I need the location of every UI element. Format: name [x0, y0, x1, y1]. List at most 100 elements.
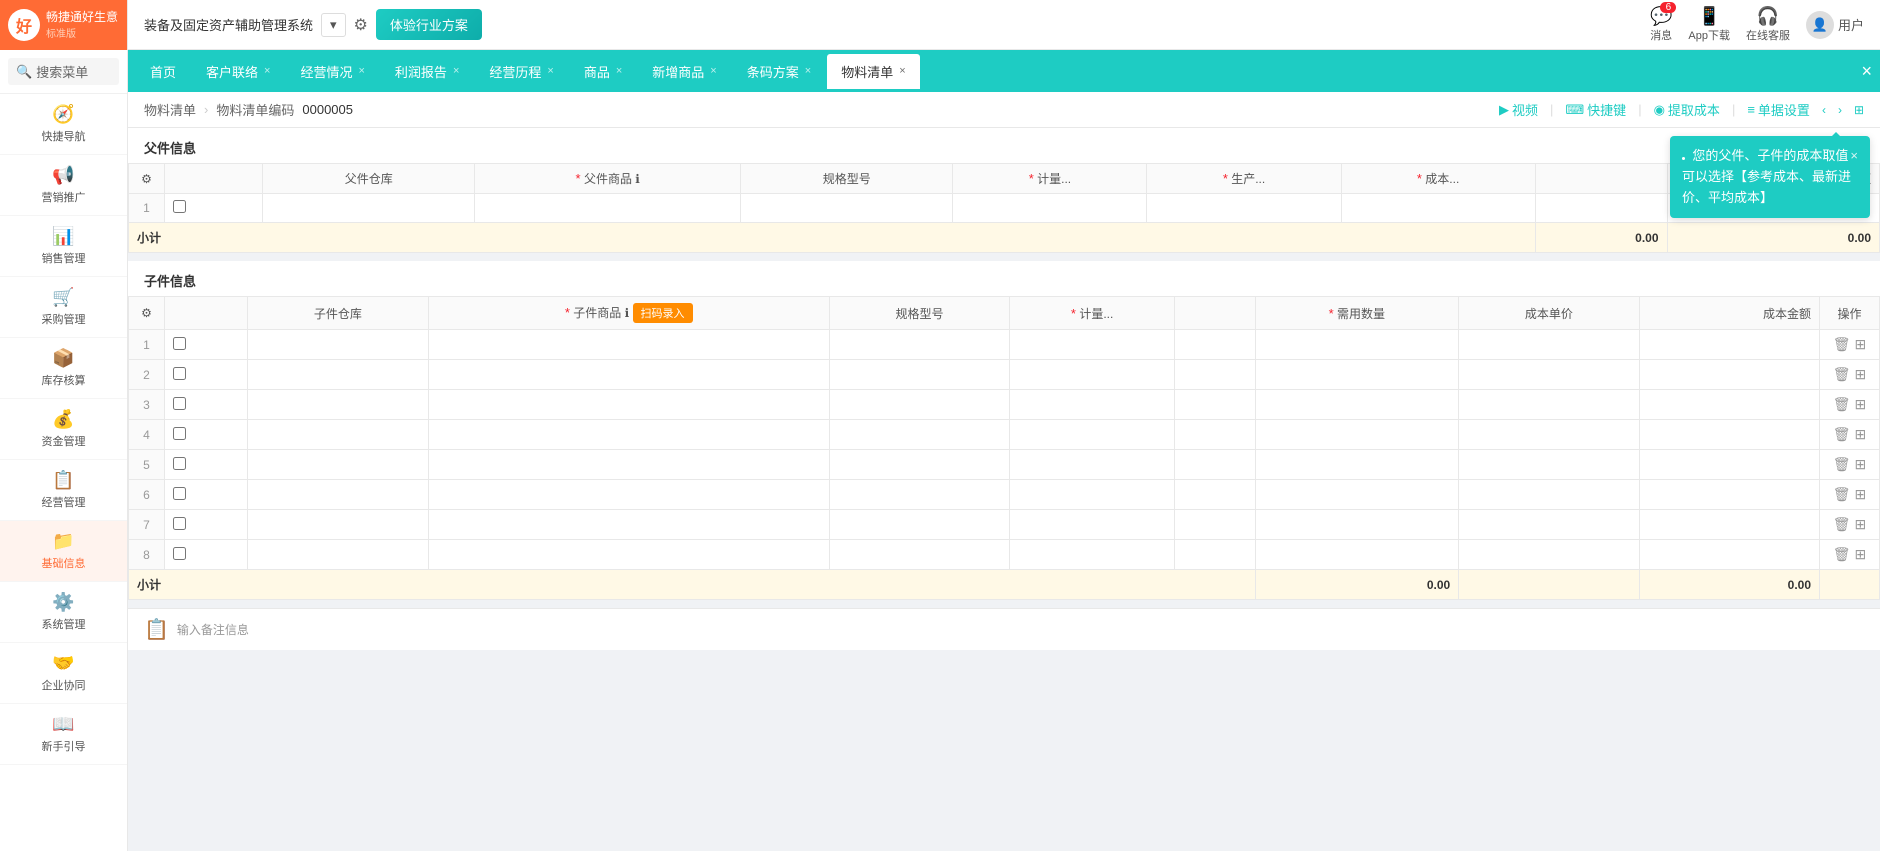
child-row-7-warehouse[interactable] [248, 510, 428, 540]
settings-button[interactable]: ⚙ [354, 15, 368, 35]
child-row-1-unit-cost[interactable] [1459, 330, 1639, 360]
child-row-8-spec[interactable] [829, 540, 1009, 570]
parent-col-settings[interactable]: ⚙ [129, 164, 165, 194]
child-row-3-unit[interactable] [1010, 390, 1175, 420]
nav-tab-goods-close[interactable]: × [616, 65, 622, 77]
child-row-4-warehouse[interactable] [248, 420, 428, 450]
child-row-7-delete-icon[interactable]: 🗑 [1833, 516, 1851, 533]
sidebar-item-inventory[interactable]: 📦 库存核算 [0, 338, 127, 399]
app-download-button[interactable]: 📱 App下载 [1688, 6, 1730, 43]
child-row-8-warehouse[interactable] [248, 540, 428, 570]
nav-prev-button[interactable]: ‹ [1822, 103, 1826, 117]
child-row-1-delete-icon[interactable]: 🗑 [1833, 336, 1851, 353]
sidebar-item-system[interactable]: ⚙️ 系统管理 [0, 582, 127, 643]
sidebar-item-basic-info[interactable]: 📁 基础信息 [0, 521, 127, 582]
child-row-2-unit[interactable] [1010, 360, 1175, 390]
child-row-8-unit[interactable] [1010, 540, 1175, 570]
child-row-4-goods[interactable] [428, 420, 829, 450]
child-row-4-unit[interactable] [1010, 420, 1175, 450]
child-row-4-qty[interactable] [1255, 420, 1459, 450]
nav-tab-bom-close[interactable]: × [899, 65, 905, 77]
child-row-7-unit-cost[interactable] [1459, 510, 1639, 540]
child-row-4-unit-cost[interactable] [1459, 420, 1639, 450]
child-row-3-warehouse[interactable] [248, 390, 428, 420]
parent-row-1-checkbox[interactable] [165, 194, 263, 223]
child-row-1-qty[interactable] [1255, 330, 1459, 360]
nav-next-button[interactable]: › [1838, 103, 1842, 117]
child-row-4-delete-icon[interactable]: 🗑 [1833, 426, 1851, 443]
nav-tab-profit-report[interactable]: 利润报告 × [381, 54, 473, 89]
child-row-3-qty[interactable] [1255, 390, 1459, 420]
child-row-4-spec[interactable] [829, 420, 1009, 450]
child-row-8-copy-icon[interactable]: ⊞ [1855, 546, 1867, 563]
sidebar-item-operations[interactable]: 📋 经营管理 [0, 460, 127, 521]
online-service-button[interactable]: 🎧 在线客服 [1746, 6, 1790, 43]
child-row-5-delete-icon[interactable]: 🗑 [1833, 456, 1851, 473]
child-row-1-checkbox[interactable] [165, 330, 248, 360]
child-row-7-unit[interactable] [1010, 510, 1175, 540]
child-row-5-qty[interactable] [1255, 450, 1459, 480]
child-row-2-copy-icon[interactable]: ⊞ [1855, 366, 1867, 383]
parent-row-1-cost[interactable] [1341, 194, 1535, 223]
child-row-3-goods[interactable] [428, 390, 829, 420]
child-row-2-checkbox[interactable] [165, 360, 248, 390]
child-row-6-unit[interactable] [1010, 480, 1175, 510]
grid-view-button[interactable]: ⊞ [1854, 103, 1864, 117]
child-col-settings[interactable]: ⚙ [129, 297, 165, 330]
nav-tab-new-goods-close[interactable]: × [710, 65, 716, 77]
child-row-3-spec[interactable] [829, 390, 1009, 420]
nav-tab-profit-report-close[interactable]: × [453, 65, 459, 77]
child-row-3-checkbox[interactable] [165, 390, 248, 420]
child-row-8-qty[interactable] [1255, 540, 1459, 570]
tooltip-close-button[interactable]: × [1850, 146, 1858, 167]
user-area[interactable]: 👤 用户 [1806, 11, 1864, 39]
child-row-6-spec[interactable] [829, 480, 1009, 510]
child-row-3-delete-icon[interactable]: 🗑 [1833, 396, 1851, 413]
sidebar-item-guide[interactable]: 📖 新手引导 [0, 704, 127, 765]
parent-row-1-goods[interactable] [475, 194, 741, 223]
sidebar-item-quick-nav[interactable]: 🧭 快捷导航 [0, 94, 127, 155]
child-row-2-goods[interactable] [428, 360, 829, 390]
child-row-6-checkbox[interactable] [165, 480, 248, 510]
extract-cost-button[interactable]: ◉ 提取成本 [1654, 100, 1720, 119]
child-row-5-copy-icon[interactable]: ⊞ [1855, 456, 1867, 473]
nav-tab-customer[interactable]: 客户联络 × [192, 54, 284, 89]
child-row-5-warehouse[interactable] [248, 450, 428, 480]
child-row-2-warehouse[interactable] [248, 360, 428, 390]
child-row-6-qty[interactable] [1255, 480, 1459, 510]
child-row-8-goods[interactable] [428, 540, 829, 570]
child-row-7-spec[interactable] [829, 510, 1009, 540]
child-row-6-delete-icon[interactable]: 🗑 [1833, 486, 1851, 503]
trial-button[interactable]: 体验行业方案 [376, 9, 482, 40]
child-row-8-unit-cost[interactable] [1459, 540, 1639, 570]
sidebar-item-finance[interactable]: 💰 资金管理 [0, 399, 127, 460]
child-row-8-checkbox[interactable] [165, 540, 248, 570]
scan-input-button[interactable]: 扫码录入 [633, 303, 693, 323]
nav-tab-customer-close[interactable]: × [264, 65, 270, 77]
sidebar-item-purchase[interactable]: 🛒 采购管理 [0, 277, 127, 338]
nav-tab-biz-history[interactable]: 经营历程 × [475, 54, 567, 89]
nav-tab-biz-history-close[interactable]: × [547, 65, 553, 77]
sidebar-item-enterprise[interactable]: 🤝 企业协同 [0, 643, 127, 704]
child-row-6-goods[interactable] [428, 480, 829, 510]
view-button[interactable]: ▶ 视频 [1499, 100, 1538, 119]
child-row-1-copy-icon[interactable]: ⊞ [1855, 336, 1867, 353]
child-row-5-unit-cost[interactable] [1459, 450, 1639, 480]
child-row-5-checkbox[interactable] [165, 450, 248, 480]
sidebar-item-sales[interactable]: 📊 销售管理 [0, 216, 127, 277]
child-row-1-unit[interactable] [1010, 330, 1175, 360]
child-row-7-qty[interactable] [1255, 510, 1459, 540]
system-dropdown-button[interactable]: ▾ [321, 13, 346, 37]
nav-tab-goods[interactable]: 商品 × [570, 54, 636, 89]
nav-tab-new-goods[interactable]: 新增商品 × [638, 54, 730, 89]
parent-row-1-unit[interactable] [953, 194, 1147, 223]
close-all-tabs-button[interactable]: × [1861, 61, 1872, 82]
sidebar-item-marketing[interactable]: 📢 营销推广 [0, 155, 127, 216]
parent-row-1-warehouse[interactable] [263, 194, 475, 223]
child-row-7-copy-icon[interactable]: ⊞ [1855, 516, 1867, 533]
child-row-2-unit-cost[interactable] [1459, 360, 1639, 390]
child-row-6-warehouse[interactable] [248, 480, 428, 510]
child-row-5-unit[interactable] [1010, 450, 1175, 480]
child-row-5-spec[interactable] [829, 450, 1009, 480]
child-row-4-copy-icon[interactable]: ⊞ [1855, 426, 1867, 443]
